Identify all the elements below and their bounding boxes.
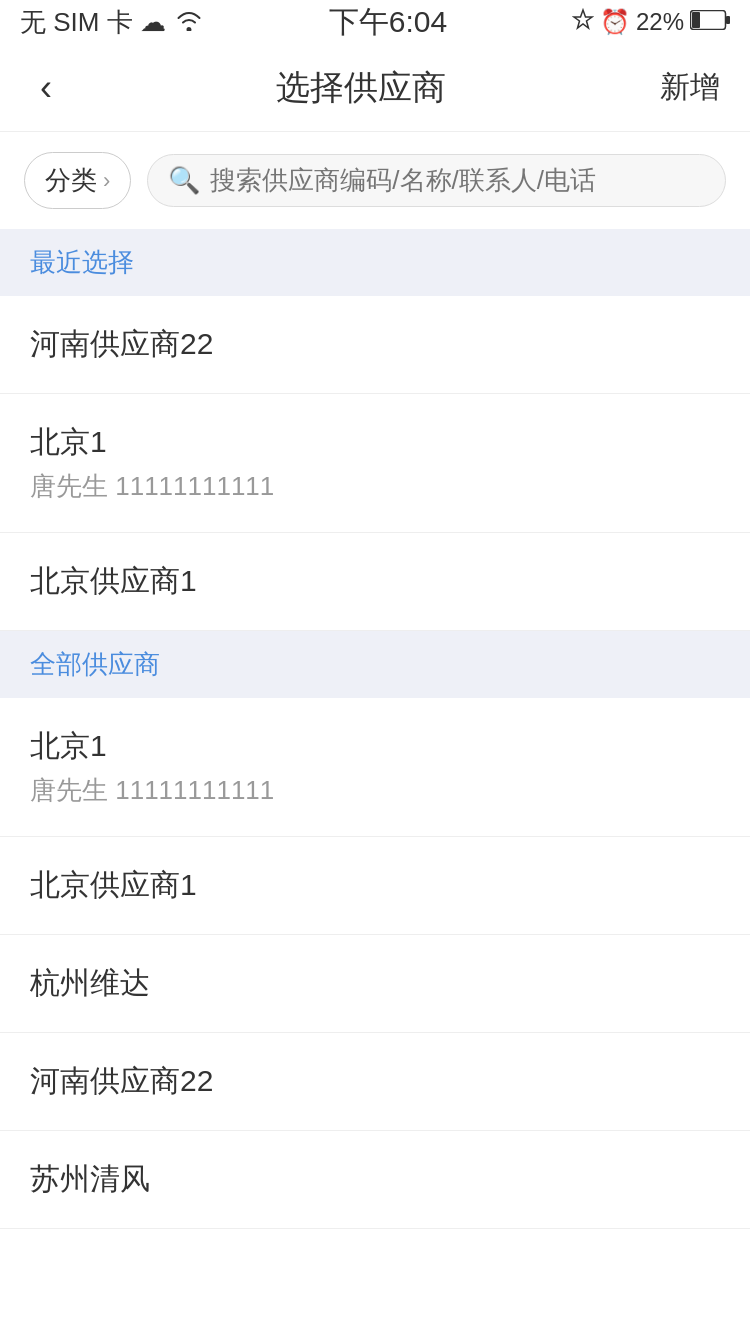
- battery-label: 22%: [636, 8, 684, 36]
- chevron-right-icon: ›: [103, 168, 110, 194]
- item-name: 北京1: [30, 422, 720, 463]
- list-item[interactable]: 北京1 唐先生 11111111111: [0, 698, 750, 837]
- search-input[interactable]: [210, 165, 705, 196]
- item-sub: 唐先生 11111111111: [30, 773, 720, 808]
- page-title: 选择供应商: [276, 65, 446, 111]
- item-name: 苏州清风: [30, 1159, 720, 1200]
- location-icon: [572, 8, 594, 36]
- status-bar: 无 SIM 卡 ☁ 下午6:04 ⏰ 22%: [0, 0, 750, 44]
- status-time: 下午6:04: [329, 2, 447, 43]
- recent-section-header: 最近选择: [0, 229, 750, 296]
- all-list: 北京1 唐先生 11111111111 北京供应商1 杭州维达河南供应商22 苏州清风: [0, 698, 750, 1229]
- status-right: ⏰ 22%: [572, 8, 730, 36]
- category-button[interactable]: 分类 ›: [24, 152, 131, 209]
- item-name: 河南供应商22: [30, 1061, 720, 1102]
- battery-icon: [690, 8, 730, 36]
- svg-rect-1: [726, 16, 730, 24]
- item-name: 北京1: [30, 726, 720, 767]
- sim-label: 无 SIM 卡 ☁: [20, 5, 166, 40]
- list-item[interactable]: 北京供应商1: [0, 837, 750, 935]
- item-name: 北京供应商1: [30, 865, 720, 906]
- filter-bar: 分类 › 🔍: [0, 132, 750, 229]
- wifi-icon: [174, 7, 204, 38]
- category-label: 分类: [45, 163, 97, 198]
- all-section-header: 全部供应商: [0, 631, 750, 698]
- item-name: 北京供应商1: [30, 561, 720, 602]
- search-icon: 🔍: [168, 165, 200, 196]
- add-button[interactable]: 新增: [660, 67, 720, 108]
- recent-list: 河南供应商22 北京1 唐先生 11111111111 北京供应商1: [0, 296, 750, 631]
- list-item[interactable]: 苏州清风: [0, 1131, 750, 1229]
- item-name: 河南供应商22: [30, 324, 720, 365]
- nav-bar: ‹ 选择供应商 新增: [0, 44, 750, 132]
- svg-rect-2: [692, 12, 700, 28]
- list-item[interactable]: 杭州维达: [0, 935, 750, 1033]
- status-left: 无 SIM 卡 ☁: [20, 5, 204, 40]
- item-name: 杭州维达: [30, 963, 720, 1004]
- search-box[interactable]: 🔍: [147, 154, 726, 207]
- alarm-icon: ⏰: [600, 8, 630, 36]
- list-item[interactable]: 北京1 唐先生 11111111111: [0, 394, 750, 533]
- back-button[interactable]: ‹: [30, 57, 62, 119]
- list-item[interactable]: 河南供应商22: [0, 296, 750, 394]
- item-sub: 唐先生 11111111111: [30, 469, 720, 504]
- list-item[interactable]: 河南供应商22: [0, 1033, 750, 1131]
- list-item[interactable]: 北京供应商1: [0, 533, 750, 631]
